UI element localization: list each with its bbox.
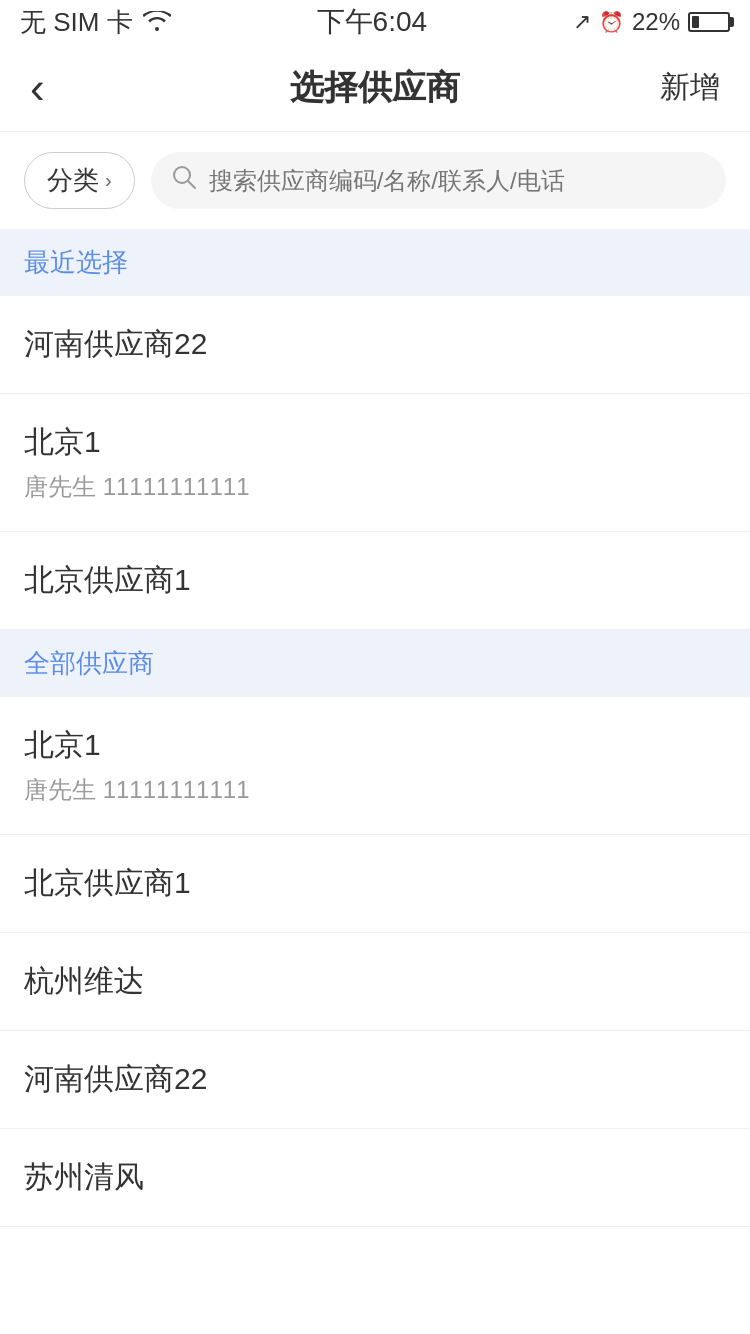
item-sub: 唐先生 11111111111 [24,471,726,503]
category-arrow-icon: › [105,169,112,192]
nav-bar: ‹ 选择供应商 新增 [0,44,750,132]
battery-icon [688,12,730,32]
status-bar: 无 SIM 卡 下午6:04 ↗ ⏰ 22% [0,0,750,44]
recent-items-list: 河南供应商22 北京1 唐先生 11111111111 北京供应商1 [0,296,750,630]
category-button[interactable]: 分类 › [24,152,135,209]
list-item[interactable]: 苏州清风 [0,1129,750,1227]
list-item[interactable]: 杭州维达 [0,933,750,1031]
item-name: 河南供应商22 [24,1059,726,1100]
item-name: 北京供应商1 [24,560,726,601]
no-sim-label: 无 SIM 卡 [20,5,133,40]
list-item[interactable]: 北京供应商1 [0,532,750,630]
item-name: 河南供应商22 [24,324,726,365]
status-right: ↗ ⏰ 22% [573,8,730,36]
battery-percent: 22% [632,8,680,36]
list-item[interactable]: 河南供应商22 [0,1031,750,1129]
item-name: 北京1 [24,422,726,463]
search-box [151,152,726,209]
list-item[interactable]: 河南供应商22 [0,296,750,394]
all-items-list: 北京1 唐先生 11111111111 北京供应商1 杭州维达河南供应商22 苏州清风 [0,697,750,1227]
list-item[interactable]: 北京1 唐先生 11111111111 [0,697,750,835]
item-name: 苏州清风 [24,1157,726,1198]
filter-bar: 分类 › [0,132,750,229]
alarm-icon: ⏰ [599,10,624,34]
add-button[interactable]: 新增 [660,67,720,108]
item-name: 杭州维达 [24,961,726,1002]
status-left: 无 SIM 卡 [20,5,171,40]
svg-line-1 [188,181,195,188]
wifi-icon [143,7,171,38]
all-section-header: 全部供应商 [0,630,750,697]
all-section-label: 全部供应商 [24,648,154,678]
status-time: 下午6:04 [317,3,428,41]
recent-section-label: 最近选择 [24,247,128,277]
item-sub: 唐先生 11111111111 [24,774,726,806]
location-icon: ↗ [573,9,591,35]
category-label: 分类 [47,163,99,198]
search-input[interactable] [209,167,706,195]
item-name: 北京供应商1 [24,863,726,904]
item-name: 北京1 [24,725,726,766]
recent-section-header: 最近选择 [0,229,750,296]
list-item[interactable]: 北京1 唐先生 11111111111 [0,394,750,532]
list-item[interactable]: 北京供应商1 [0,835,750,933]
page-title: 选择供应商 [290,65,460,111]
search-icon [171,164,197,197]
back-button[interactable]: ‹ [30,63,90,113]
